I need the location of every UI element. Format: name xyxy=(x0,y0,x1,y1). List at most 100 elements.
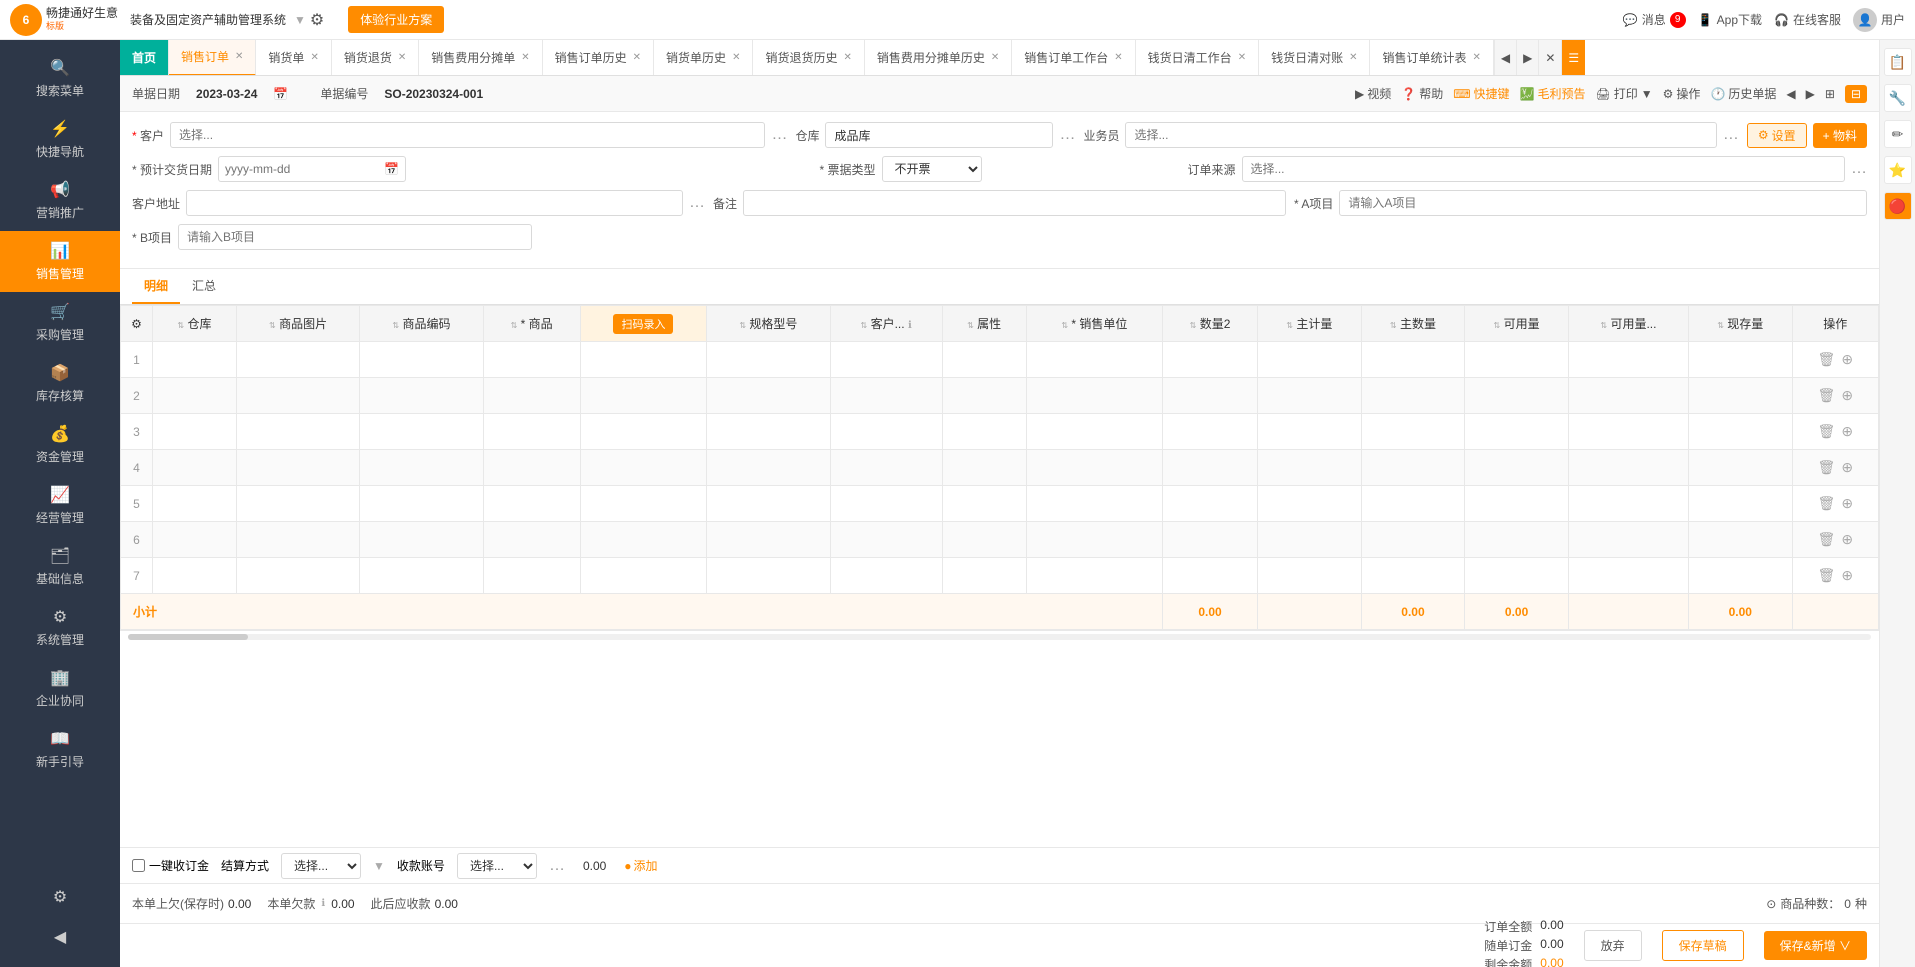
draft-button[interactable]: 保存草稿 xyxy=(1662,930,1744,961)
scrollbar-track[interactable] xyxy=(128,634,1871,640)
col-sales-unit[interactable]: ⇅ * 销售单位 xyxy=(1026,306,1163,342)
delete-icon[interactable]: 🗑 xyxy=(1818,387,1836,404)
delete-icon[interactable]: 🗑 xyxy=(1818,531,1836,548)
message-button[interactable]: 💬 消息 9 xyxy=(1623,11,1686,28)
col-product[interactable]: ⇅ * 商品 xyxy=(483,306,580,342)
tab-home[interactable]: 首页 xyxy=(120,40,169,76)
view-button[interactable]: ▶ 视频 xyxy=(1355,85,1391,102)
staff-input[interactable] xyxy=(1125,122,1716,148)
profit-button[interactable]: 💹 毛利预告 xyxy=(1520,85,1586,102)
tab-sales-order-history[interactable]: 销售订单历史 ✕ xyxy=(543,40,654,76)
tab-nav-next[interactable]: ▶ xyxy=(1516,40,1538,76)
sidebar-item-quick[interactable]: ⚡ 快捷导航 xyxy=(0,109,120,170)
print-button[interactable]: 🖨 打印 ▼ xyxy=(1596,85,1653,102)
tab-close-sales-refund[interactable]: ✕ xyxy=(398,52,406,63)
copy-icon[interactable]: ⊕ xyxy=(1841,459,1853,476)
sidebar-item-enterprise[interactable]: 🏢 企业协同 xyxy=(0,658,120,719)
staff-dots-btn[interactable]: … xyxy=(1723,127,1739,143)
row-current-stock[interactable] xyxy=(1688,342,1792,378)
sub-grid-btn[interactable]: ⊞ xyxy=(1825,87,1835,101)
copy-icon[interactable]: ⊕ xyxy=(1841,423,1853,440)
col-available[interactable]: ⇅ 可用量 xyxy=(1465,306,1569,342)
solution-button[interactable]: 体验行业方案 xyxy=(348,6,444,33)
history-button[interactable]: 🕐 历史单据 xyxy=(1710,85,1776,102)
user-menu[interactable]: 👤 用户 xyxy=(1853,8,1905,32)
settings-btn[interactable]: ⚙ 设置 xyxy=(1747,123,1807,148)
tab-sales-order[interactable]: 销售订单 ✕ xyxy=(169,40,256,76)
calendar-icon[interactable]: 📅 xyxy=(273,87,288,101)
row-main-unit[interactable] xyxy=(1257,342,1361,378)
tab-close-cash-daily[interactable]: ✕ xyxy=(1238,52,1246,63)
tab-close-workbench[interactable]: ✕ xyxy=(1114,52,1122,63)
tab-sales-return[interactable]: 销货单 ✕ xyxy=(256,40,331,76)
invoice-select[interactable]: 不开票 xyxy=(882,156,982,182)
tab-detail[interactable]: 明细 xyxy=(132,269,180,304)
copy-icon[interactable]: ⊕ xyxy=(1841,495,1853,512)
row-customer-code[interactable] xyxy=(830,342,942,378)
account-select[interactable]: 选择... xyxy=(457,853,537,879)
order-source-dots-btn[interactable]: … xyxy=(1851,161,1867,177)
delete-icon[interactable]: 🗑 xyxy=(1818,495,1836,512)
row-sales-unit[interactable] xyxy=(1026,342,1163,378)
address-input[interactable] xyxy=(186,190,683,216)
sidebar-collapse[interactable]: ◀ xyxy=(0,917,120,957)
copy-icon[interactable]: ⊕ xyxy=(1841,387,1853,404)
sub-next-btn[interactable]: ▶ xyxy=(1806,87,1815,101)
tab-nav-prev[interactable]: ◀ xyxy=(1494,40,1516,76)
shortcut-button[interactable]: ⌨ 快捷键 xyxy=(1453,85,1509,102)
tab-close-refund-history[interactable]: ✕ xyxy=(843,52,851,63)
col-spec[interactable]: ⇅ 规格型号 xyxy=(707,306,830,342)
col-available2[interactable]: ⇅ 可用量... xyxy=(1568,306,1688,342)
tab-nav-close[interactable]: ✕ xyxy=(1538,40,1561,76)
sidebar-item-operation[interactable]: 📈 经营管理 xyxy=(0,475,120,536)
right-panel-btn-4[interactable]: ⭐ xyxy=(1884,156,1912,184)
tab-sales-fee-history[interactable]: 销售费用分摊单历史 ✕ xyxy=(865,40,1012,76)
copy-icon[interactable]: ⊕ xyxy=(1841,351,1853,368)
tab-sales-summary[interactable]: 销售订单统计表 ✕ xyxy=(1370,40,1493,76)
tab-sales-return-history[interactable]: 销货单历史 ✕ xyxy=(654,40,753,76)
col-scan[interactable]: 扫码录入 xyxy=(580,306,707,342)
quick-order-checkbox[interactable] xyxy=(132,859,145,872)
a-project-input[interactable] xyxy=(1339,190,1867,216)
row-product[interactable] xyxy=(483,342,580,378)
delivery-date-input[interactable] xyxy=(225,162,380,176)
sidebar-item-sales[interactable]: 📊 销售管理 xyxy=(0,231,120,292)
tab-summary[interactable]: 汇总 xyxy=(180,269,228,304)
tab-close-cash-reconcile[interactable]: ✕ xyxy=(1349,52,1357,63)
col-attribute[interactable]: ⇅ 属性 xyxy=(942,306,1026,342)
save-new-button[interactable]: 保存&新增 ∨ xyxy=(1764,931,1867,960)
col-current-stock[interactable]: ⇅ 现存量 xyxy=(1688,306,1792,342)
row-product-code[interactable] xyxy=(360,342,483,378)
col-product-image[interactable]: ⇅ 商品图片 xyxy=(236,306,359,342)
row-product-image[interactable] xyxy=(236,342,359,378)
col-main-quantity[interactable]: ⇅ 主数量 xyxy=(1361,306,1465,342)
delete-icon[interactable]: 🗑 xyxy=(1818,351,1836,368)
help-button[interactable]: ❓ 帮助 xyxy=(1401,85,1443,102)
sidebar-item-search[interactable]: 🔍 搜索菜单 xyxy=(0,48,120,109)
account-dots-btn[interactable]: … xyxy=(549,858,565,874)
warehouse-dots-btn[interactable]: … xyxy=(1059,127,1075,143)
delete-icon[interactable]: 🗑 xyxy=(1818,567,1836,584)
tab-cash-reconcile[interactable]: 钱货日清对账 ✕ xyxy=(1259,40,1370,76)
tab-cash-daily[interactable]: 钱货日清工作台 ✕ xyxy=(1136,40,1259,76)
delete-icon[interactable]: 🗑 xyxy=(1818,459,1836,476)
tab-close-return-history[interactable]: ✕ xyxy=(732,52,740,63)
discard-button[interactable]: 放弃 xyxy=(1584,930,1642,961)
row-spec[interactable] xyxy=(707,342,830,378)
right-panel-btn-2[interactable]: 🔧 xyxy=(1884,84,1912,112)
customer-dots-btn[interactable]: … xyxy=(771,127,787,143)
tab-close-sales-return[interactable]: ✕ xyxy=(310,52,318,63)
row-quantity2[interactable] xyxy=(1163,342,1258,378)
col-settings[interactable]: ⚙ xyxy=(121,306,153,342)
tab-close-order-history[interactable]: ✕ xyxy=(633,52,641,63)
sub-prev-btn[interactable]: ◀ xyxy=(1786,87,1795,101)
tab-sales-workbench[interactable]: 销售订单工作台 ✕ xyxy=(1012,40,1135,76)
tab-sales-refund[interactable]: 销货退货 ✕ xyxy=(332,40,419,76)
sidebar-item-guide[interactable]: 📖 新手引导 xyxy=(0,719,120,780)
copy-icon[interactable]: ⊕ xyxy=(1841,531,1853,548)
delete-icon[interactable]: 🗑 xyxy=(1818,423,1836,440)
customer-input[interactable] xyxy=(170,122,765,148)
tab-close-sales-summary[interactable]: ✕ xyxy=(1473,52,1481,63)
sidebar-item-inventory[interactable]: 📦 库存核算 xyxy=(0,353,120,414)
sidebar-item-marketing[interactable]: 📢 营销推广 xyxy=(0,170,120,231)
